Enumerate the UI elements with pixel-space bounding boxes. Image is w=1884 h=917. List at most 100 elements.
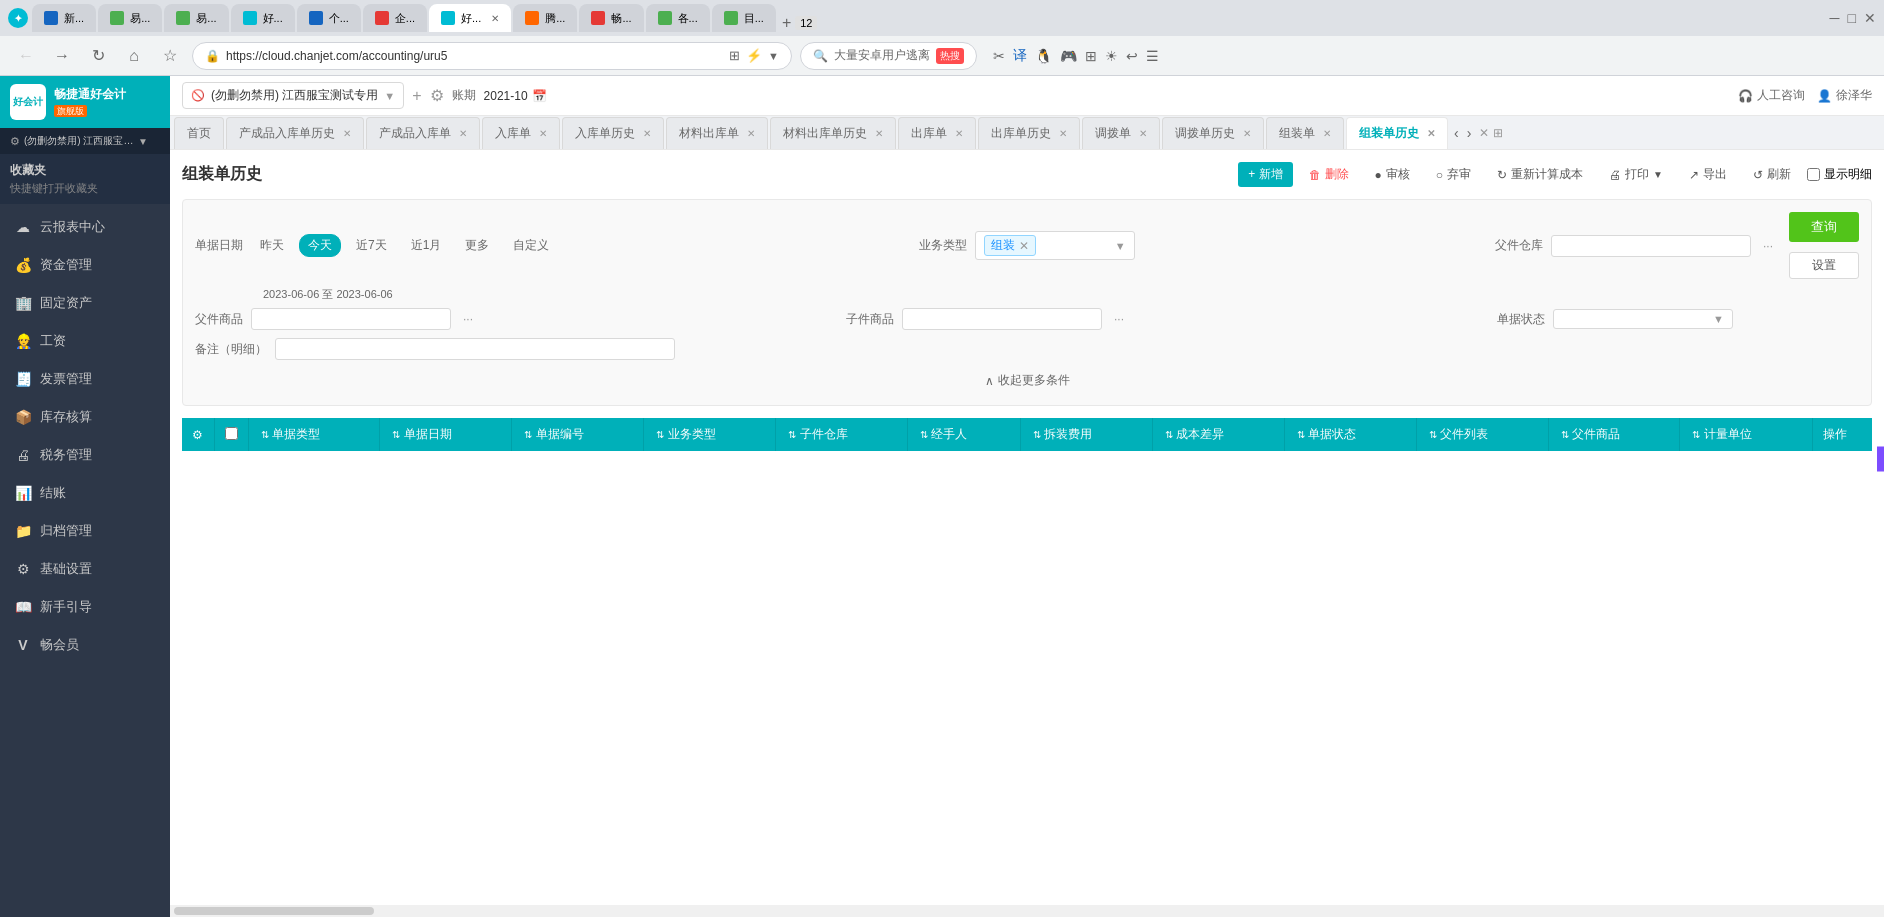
emoji-icon[interactable]: 🐧 — [1035, 48, 1052, 64]
col-doc-no[interactable]: ⇅ 单据编号 — [512, 418, 644, 451]
sidebar-item-tax[interactable]: 🖨 税务管理 — [0, 436, 170, 474]
col-settings[interactable]: ⚙ — [182, 418, 214, 451]
translate-icon[interactable]: 译 — [1013, 47, 1027, 65]
close-tab-inbound-history-icon[interactable]: ✕ — [643, 128, 651, 139]
browser-tab-4[interactable]: 好... — [231, 4, 295, 32]
recalc-button[interactable]: ↻ 重新计算成本 — [1487, 162, 1593, 187]
tab-assembly[interactable]: 组装单 ✕ — [1266, 117, 1344, 149]
audit-button[interactable]: ● 审核 — [1365, 162, 1420, 187]
dropdown-arrow-icon[interactable]: ▼ — [138, 136, 148, 147]
biz-type-tag-remove-icon[interactable]: ✕ — [1019, 239, 1029, 253]
minimize-icon[interactable]: ─ — [1830, 10, 1840, 26]
close-tab-7-icon[interactable]: ✕ — [491, 13, 499, 24]
sidebar-item-invoice[interactable]: 🧾 发票管理 — [0, 360, 170, 398]
tab-allocation-history[interactable]: 调拨单历史 ✕ — [1162, 117, 1264, 149]
dropdown-icon[interactable]: ▼ — [768, 50, 779, 62]
tab-assembly-history[interactable]: 组装单历史 ✕ — [1346, 117, 1448, 149]
browser-tab-3[interactable]: 易... — [164, 4, 228, 32]
new-tab-button[interactable]: + — [782, 14, 791, 32]
show-detail-checkbox[interactable] — [1807, 168, 1820, 181]
last7-btn[interactable]: 近7天 — [347, 234, 396, 257]
parent-goods-more-icon[interactable]: ··· — [463, 312, 473, 326]
calendar-icon[interactable]: 📅 — [532, 89, 547, 103]
browser-tab-1[interactable]: 新... — [32, 4, 96, 32]
close-tab-assembly-history-icon[interactable]: ✕ — [1427, 128, 1435, 139]
col-handler[interactable]: ⇅ 经手人 — [908, 418, 1021, 451]
col-settings-icon[interactable]: ⚙ — [192, 428, 203, 442]
show-detail-check[interactable]: 显示明细 — [1807, 166, 1872, 183]
tab-home[interactable]: 首页 — [174, 117, 224, 149]
close-tab-assembly-icon[interactable]: ✕ — [1323, 128, 1331, 139]
settings-cog-icon[interactable]: ⚙ — [430, 86, 444, 105]
delete-button[interactable]: 🗑 删除 — [1299, 162, 1359, 187]
col-doc-type[interactable]: ⇅ 单据类型 — [248, 418, 380, 451]
more-date-btn[interactable]: 更多 — [456, 234, 498, 257]
child-goods-input[interactable] — [902, 308, 1102, 330]
service-btn[interactable]: 🎧 人工咨询 — [1738, 87, 1805, 104]
reload-button[interactable]: ↻ — [84, 42, 112, 70]
close-tab-outbound-icon[interactable]: ✕ — [955, 128, 963, 139]
col-parent-goods[interactable]: ⇅ 父件商品 — [1548, 418, 1680, 451]
browser-tab-8[interactable]: 腾... — [513, 4, 577, 32]
tab-nav-right-icon[interactable]: › — [1467, 125, 1472, 141]
query-button[interactable]: 查询 — [1789, 212, 1859, 242]
set-button[interactable]: 设置 — [1789, 252, 1859, 279]
new-button[interactable]: + 新增 — [1238, 162, 1292, 187]
close-tab-outbound-history-icon[interactable]: ✕ — [1059, 128, 1067, 139]
browser-tab-2[interactable]: 易... — [98, 4, 162, 32]
brightness-icon[interactable]: ☀ — [1105, 48, 1118, 64]
parent-warehouse-input[interactable] — [1551, 235, 1751, 257]
child-goods-more-icon[interactable]: ··· — [1114, 312, 1124, 326]
sidebar-item-fixed-assets[interactable]: 🏢 固定资产 — [0, 284, 170, 322]
horizontal-scrollbar[interactable] — [170, 905, 1884, 917]
browser-tab-11[interactable]: 目... — [712, 4, 776, 32]
tab-production-inbound[interactable]: 产成品入库单 ✕ — [366, 117, 480, 149]
browser-tab-9[interactable]: 畅... — [579, 4, 643, 32]
col-doc-status[interactable]: ⇅ 单据状态 — [1284, 418, 1416, 451]
col-child-warehouse[interactable]: ⇅ 子件仓库 — [776, 418, 908, 451]
add-company-icon[interactable]: + — [412, 87, 421, 105]
sidebar-item-settings[interactable]: ⚙ 基础设置 — [0, 550, 170, 588]
close-tab-allocation-icon[interactable]: ✕ — [1139, 128, 1147, 139]
tab-outbound[interactable]: 出库单 ✕ — [898, 117, 976, 149]
tab-nav-left-icon[interactable]: ‹ — [1454, 125, 1459, 141]
yesterday-btn[interactable]: 昨天 — [251, 234, 293, 257]
close-window-icon[interactable]: ✕ — [1864, 10, 1876, 26]
close-tab-inbound-icon[interactable]: ✕ — [539, 128, 547, 139]
sidebar-item-archive[interactable]: 📁 归档管理 — [0, 512, 170, 550]
tab-material-outbound[interactable]: 材料出库单 ✕ — [666, 117, 768, 149]
close-tab-material-outbound-history-icon[interactable]: ✕ — [875, 128, 883, 139]
sidebar-item-guide[interactable]: 📖 新手引导 — [0, 588, 170, 626]
browser-tab-6[interactable]: 企... — [363, 4, 427, 32]
biz-type-select[interactable]: 组装 ✕ ▼ — [975, 231, 1135, 260]
sidebar-item-member[interactable]: V 畅会员 — [0, 626, 170, 664]
today-btn[interactable]: 今天 — [299, 234, 341, 257]
apps-icon[interactable]: ⊞ — [1085, 48, 1097, 64]
browser-tab-7[interactable]: 好... ✕ — [429, 4, 511, 32]
forward-button[interactable]: → — [48, 42, 76, 70]
tab-allocation[interactable]: 调拨单 ✕ — [1082, 117, 1160, 149]
browser-tab-10[interactable]: 各... — [646, 4, 710, 32]
tab-more-icon[interactable]: ⊞ — [1493, 126, 1503, 140]
grid-icon[interactable]: ⊞ — [729, 48, 740, 63]
close-all-tabs-icon[interactable]: ✕ — [1479, 126, 1489, 140]
col-doc-date[interactable]: ⇅ 单据日期 — [380, 418, 512, 451]
search-box[interactable]: 🔍 大量安卓用户逃离 热搜 — [800, 42, 977, 70]
user-profile-btn[interactable]: 👤 徐泽华 — [1817, 87, 1872, 104]
browser-tab-5[interactable]: 个... — [297, 4, 361, 32]
close-tab-material-outbound-icon[interactable]: ✕ — [747, 128, 755, 139]
maximize-icon[interactable]: □ — [1848, 10, 1856, 26]
tab-inbound[interactable]: 入库单 ✕ — [482, 117, 560, 149]
col-disassembly-cost[interactable]: ⇅ 拆装费用 — [1020, 418, 1152, 451]
address-bar[interactable]: 🔒 https://cloud.chanjet.com/accounting/u… — [192, 42, 792, 70]
tab-inbound-history[interactable]: 入库单历史 ✕ — [562, 117, 664, 149]
col-cost-diff[interactable]: ⇅ 成本差异 — [1152, 418, 1284, 451]
parent-warehouse-more-icon[interactable]: ··· — [1763, 239, 1773, 253]
tab-production-inbound-history[interactable]: 产成品入库单历史 ✕ — [226, 117, 364, 149]
col-biz-type[interactable]: ⇅ 业务类型 — [644, 418, 776, 451]
status-select[interactable]: ▼ — [1553, 309, 1733, 329]
undo-icon[interactable]: ↩ — [1126, 48, 1138, 64]
close-tab-allocation-history-icon[interactable]: ✕ — [1243, 128, 1251, 139]
bookmark-button[interactable]: ☆ — [156, 42, 184, 70]
ai-button[interactable]: Ai — [1877, 446, 1884, 471]
